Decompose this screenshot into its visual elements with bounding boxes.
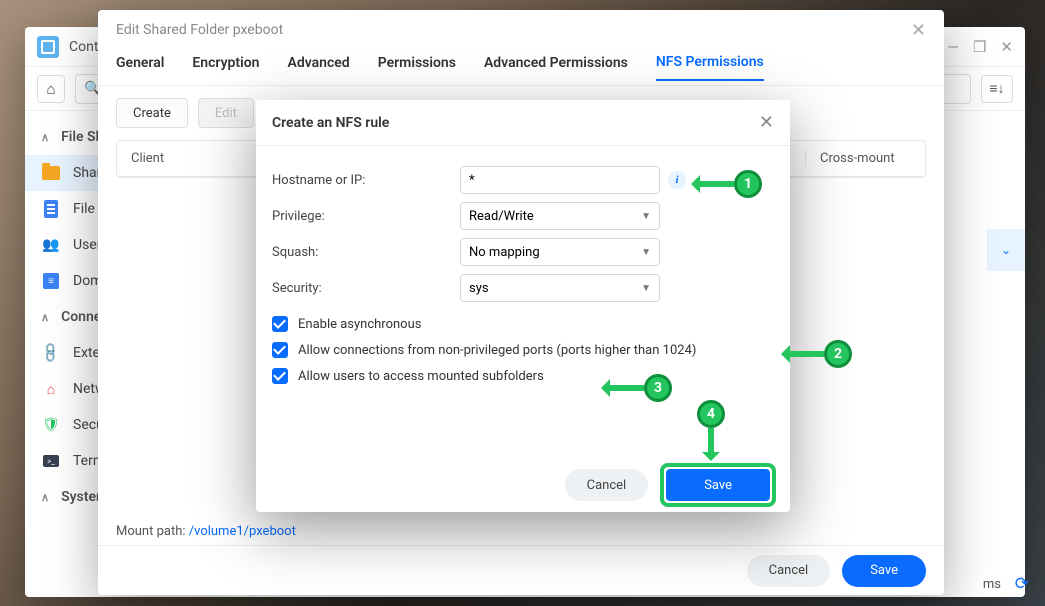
arrow-icon (694, 181, 734, 187)
edit-button[interactable]: Edit (198, 98, 254, 128)
refresh-icon[interactable]: ⟳ (1015, 574, 1029, 594)
save-button[interactable]: Save (666, 469, 770, 501)
arrow-icon (604, 385, 644, 391)
annotation-badge: 4 (697, 400, 725, 428)
checkbox-label: Allow users to access mounted subfolders (298, 369, 544, 384)
caret-down-icon: ▼ (641, 283, 651, 294)
annotation-4: 4 (697, 400, 725, 458)
select-value: No mapping (469, 245, 540, 260)
save-button[interactable]: Save (842, 555, 926, 587)
folder-icon (41, 163, 61, 183)
checkbox-icon (272, 368, 288, 384)
control-panel-icon (37, 36, 59, 58)
tab-advanced[interactable]: Advanced (287, 55, 349, 80)
file-icon (41, 199, 61, 219)
chevron-up-icon: ∧ (41, 491, 49, 504)
annotation-2: 2 (784, 340, 852, 368)
link-icon: 🔗 (37, 339, 65, 367)
mount-path-text: Mount path: /volume1/pxeboot (116, 524, 296, 539)
cancel-button[interactable]: Cancel (565, 469, 649, 501)
allow-mounted-subfolders-checkbox[interactable]: Allow users to access mounted subfolders (272, 368, 774, 384)
select-value: sys (469, 281, 489, 296)
squash-select[interactable]: No mapping ▼ (460, 238, 660, 266)
enable-async-checkbox[interactable]: Enable asynchronous (272, 316, 774, 332)
arrow-icon (708, 428, 714, 458)
network-icon: ⌂ (41, 379, 61, 399)
checkbox-label: Allow connections from non-privileged po… (298, 343, 696, 358)
tab-encryption[interactable]: Encryption (192, 55, 259, 80)
maximize-icon[interactable]: ❐ (973, 38, 986, 56)
mount-path-label: Mount path: (116, 524, 189, 539)
tab-nfs-permissions[interactable]: NFS Permissions (656, 54, 764, 81)
caret-down-icon: ▼ (641, 247, 651, 258)
chevron-up-icon: ∧ (41, 311, 49, 324)
checkbox-icon (272, 342, 288, 358)
hostname-label: Hostname or IP: (272, 173, 460, 188)
sort-button[interactable]: ≡↓ (981, 75, 1013, 103)
annotation-1: 1 (694, 170, 762, 198)
minimize-icon[interactable]: — (947, 38, 959, 56)
checkbox-label: Enable asynchronous (298, 317, 421, 332)
checkbox-icon (272, 316, 288, 332)
squash-label: Squash: (272, 245, 460, 260)
home-button[interactable]: ⌂ (37, 75, 65, 103)
security-label: Security: (272, 281, 460, 296)
user-icon: 👥 (41, 235, 61, 255)
allow-nonpriv-ports-checkbox[interactable]: Allow connections from non-privileged po… (272, 342, 774, 358)
privilege-label: Privilege: (272, 209, 460, 224)
close-icon[interactable]: ✕ (1000, 38, 1013, 56)
hostname-input[interactable] (460, 166, 660, 194)
column-header-cross-mount[interactable]: Cross-mount (805, 151, 925, 166)
close-icon[interactable]: ✕ (911, 20, 926, 41)
close-icon[interactable]: ✕ (759, 112, 774, 133)
chevron-up-icon: ∧ (41, 131, 49, 144)
dialog-title: Edit Shared Folder pxeboot (116, 22, 283, 38)
security-select[interactable]: sys ▼ (460, 274, 660, 302)
annotation-badge: 3 (644, 374, 672, 402)
tab-advanced-permissions[interactable]: Advanced Permissions (484, 55, 628, 80)
shield-icon: 🛡 (41, 415, 61, 435)
privilege-select[interactable]: Read/Write ▼ (460, 202, 660, 230)
modal-tabs: General Encryption Advanced Permissions … (98, 50, 944, 86)
caret-down-icon: ▼ (641, 211, 651, 222)
tab-permissions[interactable]: Permissions (378, 55, 456, 80)
partial-text: ms (983, 577, 1001, 592)
dialog-title: Create an NFS rule (272, 115, 389, 131)
terminal-icon: >_ (41, 451, 61, 471)
cancel-button[interactable]: Cancel (747, 555, 831, 587)
expand-row-button[interactable]: ⌄ (987, 229, 1025, 271)
arrow-icon (784, 351, 824, 357)
select-value: Read/Write (469, 209, 534, 224)
annotation-3: 3 (604, 374, 672, 402)
create-button[interactable]: Create (116, 98, 188, 128)
mount-path-link[interactable]: /volume1/pxeboot (189, 524, 296, 539)
tab-general[interactable]: General (116, 55, 164, 80)
annotation-badge: 1 (734, 170, 762, 198)
annotation-badge: 2 (824, 340, 852, 368)
domain-icon: ≡ (41, 271, 61, 291)
